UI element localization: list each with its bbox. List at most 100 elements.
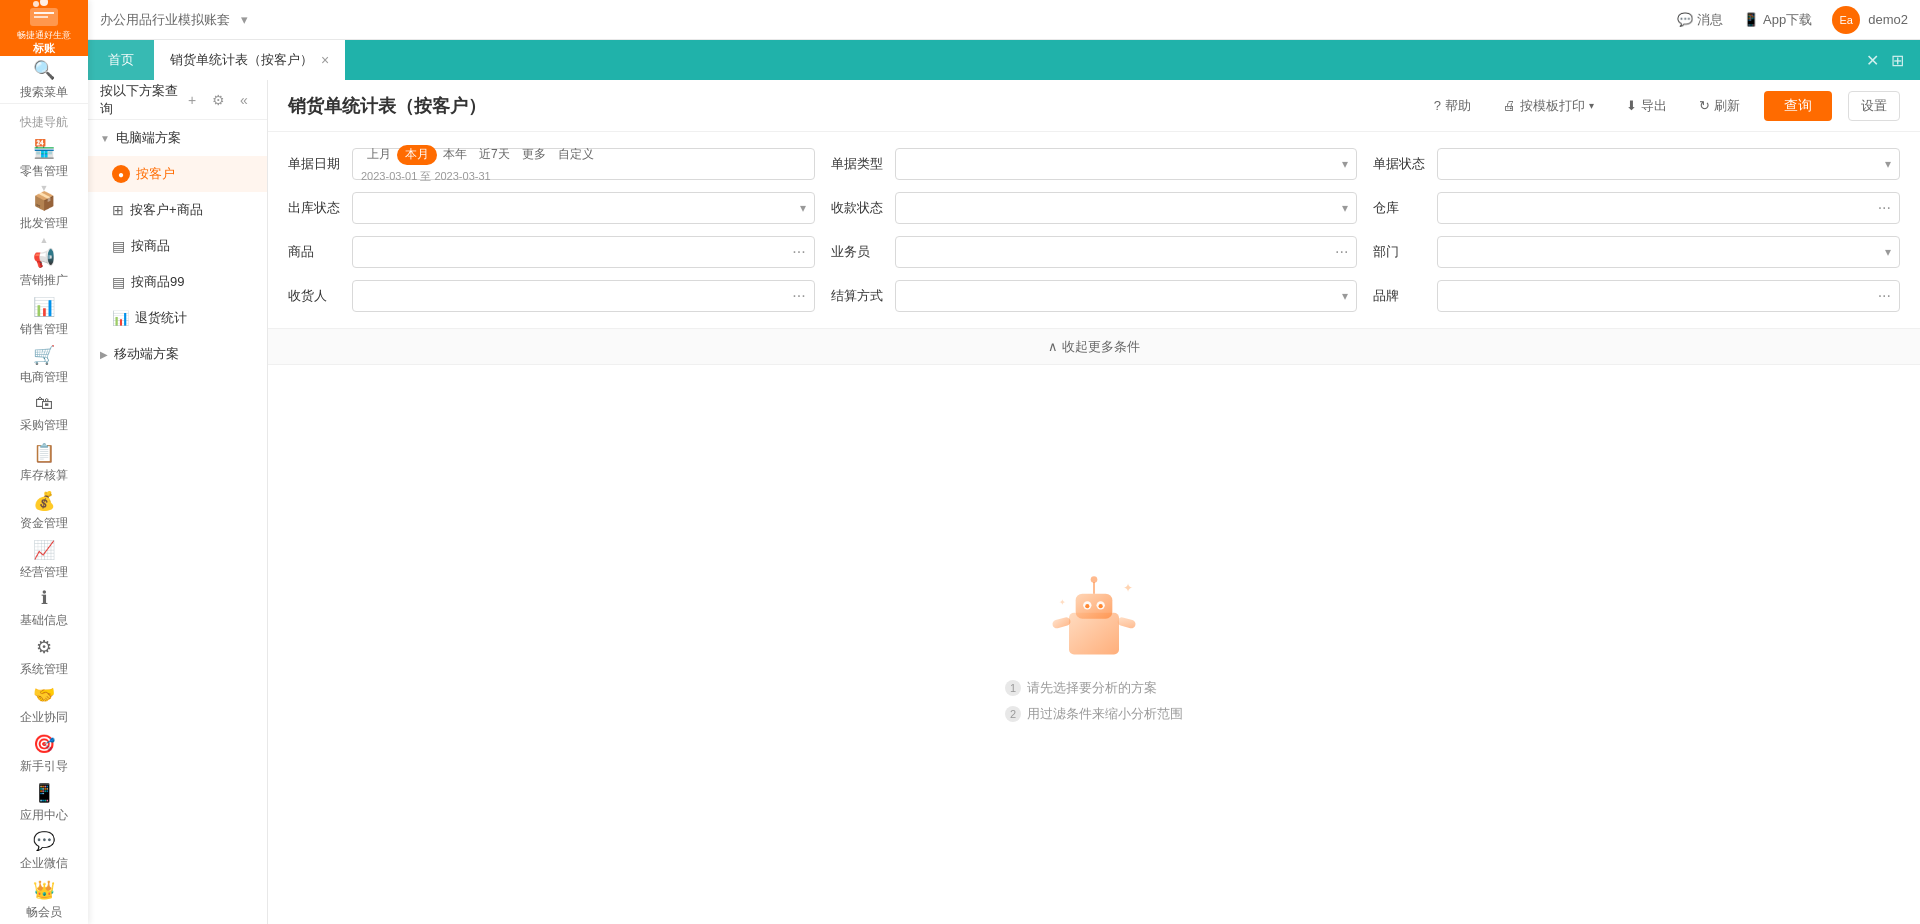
- sidebar-item-quick-nav[interactable]: 快捷导航: [0, 104, 88, 140]
- sidebar-item-ecommerce[interactable]: 🛒 电商管理: [0, 341, 88, 390]
- tab-active[interactable]: 销货单统计表（按客户） ×: [154, 40, 345, 80]
- settings-button[interactable]: 设置: [1848, 91, 1900, 121]
- filter-item-settlement: 结算方式 ▾: [831, 280, 1358, 312]
- tree-icon-table: ▤: [112, 238, 125, 254]
- help-button[interactable]: ? 帮助: [1426, 93, 1479, 119]
- guide-label: 新手引导: [20, 758, 68, 775]
- sidebar-item-finance[interactable]: 💰 资金管理: [0, 487, 88, 536]
- filter-item-out-status: 出库状态 ▾: [288, 192, 815, 224]
- date-tab-7days[interactable]: 近7天: [473, 145, 516, 165]
- left-panel: 按以下方案查询 + ⚙ « ▼ 电脑端: [88, 80, 268, 924]
- brand-ellipsis: ···: [1878, 287, 1891, 305]
- date-input[interactable]: 上月 本月 本年 近7天 更多 自定义 2023-03-01 至 2023-03…: [352, 148, 815, 180]
- topbar-dropdown-icon[interactable]: ▾: [236, 12, 252, 28]
- tree-toggle-desktop: ▼: [100, 133, 110, 144]
- empty-tip-2: 2 用过滤条件来缩小分析范围: [1005, 705, 1183, 723]
- tree-item-by-goods99-label: 按商品99: [131, 273, 184, 291]
- out-status-input[interactable]: ▾: [352, 192, 815, 224]
- add-icon: +: [188, 92, 196, 108]
- warehouse-input[interactable]: ···: [1437, 192, 1900, 224]
- window-controls: ✕ ⊞: [1850, 40, 1920, 80]
- date-tab-last-month[interactable]: 上月: [361, 145, 397, 165]
- tab-home[interactable]: 首页: [88, 40, 154, 80]
- page-header-actions: ? 帮助 🖨 按模板打印 ▾ ⬇ 导出: [1426, 91, 1900, 121]
- tree-desktop-section[interactable]: ▼ 电脑端方案: [88, 120, 267, 156]
- svg-point-4: [40, 0, 48, 6]
- app-download-button[interactable]: 📱 App下载: [1743, 11, 1812, 29]
- svg-point-10: [1099, 604, 1103, 608]
- sidebar-item-marketing[interactable]: 📢 营销推广: [0, 244, 88, 293]
- tree-item-by-goods[interactable]: ▤ 按商品: [88, 228, 267, 264]
- order-type-dropdown-icon: ▾: [1342, 157, 1348, 171]
- user-name: demo2: [1868, 12, 1908, 27]
- order-status-input[interactable]: ▾: [1437, 148, 1900, 180]
- topbar: 办公用品行业模拟账套 ▾ 💬 消息 📱 App下载 Ea demo2: [88, 0, 1920, 40]
- window-close-button[interactable]: ✕: [1866, 51, 1879, 70]
- sidebar-item-vip[interactable]: 👑 畅会员: [0, 875, 88, 924]
- settlement-input[interactable]: ▾: [895, 280, 1358, 312]
- sidebar-item-purchase[interactable]: 🛍 采购管理: [0, 390, 88, 439]
- sidebar-item-enterprise-wechat[interactable]: 💬 企业微信: [0, 827, 88, 876]
- sidebar-logo: 畅捷通好生意 标账: [0, 0, 88, 56]
- marketing-icon: 📢: [33, 247, 55, 269]
- sidebar-item-sales[interactable]: 📊 销售管理: [0, 293, 88, 342]
- order-type-input[interactable]: ▾: [895, 148, 1358, 180]
- warehouse-label: 仓库: [1373, 199, 1429, 217]
- consignee-input[interactable]: ···: [352, 280, 815, 312]
- collapse-label: 收起更多条件: [1062, 338, 1140, 356]
- export-button[interactable]: ⬇ 导出: [1618, 93, 1675, 119]
- goods-input[interactable]: ···: [352, 236, 815, 268]
- svg-rect-13: [1052, 616, 1072, 629]
- query-button[interactable]: 查询: [1764, 91, 1832, 121]
- tree-item-by-customer-goods[interactable]: ⊞ 按客户+商品: [88, 192, 267, 228]
- order-status-label: 单据状态: [1373, 155, 1429, 173]
- retail-icon: 🏪: [33, 138, 55, 160]
- date-tab-custom[interactable]: 自定义: [552, 145, 600, 165]
- collapse-bar[interactable]: ∧ 收起更多条件: [268, 329, 1920, 365]
- department-input[interactable]: ▾: [1437, 236, 1900, 268]
- add-scheme-button[interactable]: +: [181, 89, 203, 111]
- content-area: 按以下方案查询 + ⚙ « ▼ 电脑端: [88, 80, 1920, 924]
- export-icon: ⬇: [1626, 98, 1637, 113]
- sidebar-item-basic-info[interactable]: ℹ 基础信息: [0, 584, 88, 633]
- tab-close-button[interactable]: ×: [321, 53, 329, 67]
- sidebar-item-operations[interactable]: 📈 经营管理: [0, 535, 88, 584]
- tree-item-by-customer[interactable]: ● 按客户: [88, 156, 267, 192]
- salesperson-input[interactable]: ···: [895, 236, 1358, 268]
- purchase-icon: 🛍: [35, 393, 53, 414]
- sidebar-item-retail[interactable]: 🏪 零售管理 ▼: [0, 140, 88, 192]
- tree-icon-grid: ⊞: [112, 202, 124, 218]
- quick-nav-label: 快捷导航: [20, 114, 68, 131]
- receipt-status-input[interactable]: ▾: [895, 192, 1358, 224]
- tree-item-return-stats-label: 退货统计: [135, 309, 187, 327]
- refresh-button[interactable]: ↻ 刷新: [1691, 93, 1748, 119]
- settings-scheme-button[interactable]: ⚙: [207, 89, 229, 111]
- sidebar: 畅捷通好生意 标账 🔍 搜索菜单 快捷导航 🏪 零售管理 ▼ 📦 批发管理 ▲ …: [0, 0, 88, 924]
- filter-area: 单据日期 上月 本月 本年 近7天 更多 自定义 20: [268, 132, 1920, 329]
- collapse-panel-button[interactable]: «: [233, 89, 255, 111]
- tree-item-return-stats[interactable]: 📊 退货统计: [88, 300, 267, 336]
- window-maximize-button[interactable]: ⊞: [1891, 51, 1904, 70]
- tree-mobile-section[interactable]: ▶ 移动端方案: [88, 336, 267, 372]
- sidebar-item-app-center[interactable]: 📱 应用中心: [0, 778, 88, 827]
- date-tab-this-year[interactable]: 本年: [437, 145, 473, 165]
- sidebar-item-system[interactable]: ⚙ 系统管理: [0, 633, 88, 682]
- date-tab-more[interactable]: 更多: [516, 145, 552, 165]
- collapse-icon: «: [240, 92, 248, 108]
- tree-icon-bar: 📊: [112, 310, 129, 326]
- sidebar-item-search[interactable]: 🔍 搜索菜单: [0, 56, 88, 105]
- sidebar-search-label: 搜索菜单: [20, 84, 68, 101]
- brand-input[interactable]: ···: [1437, 280, 1900, 312]
- sidebar-item-collaboration[interactable]: 🤝 企业协同: [0, 681, 88, 730]
- print-button[interactable]: 🖨 按模板打印 ▾: [1495, 93, 1602, 119]
- sidebar-item-guide[interactable]: 🎯 新手引导: [0, 730, 88, 779]
- app-download-label: App下载: [1763, 11, 1812, 29]
- sidebar-item-wholesale[interactable]: 📦 批发管理 ▲: [0, 192, 88, 244]
- sidebar-item-inventory[interactable]: 📋 库存核算: [0, 438, 88, 487]
- date-tab-this-month[interactable]: 本月: [397, 145, 437, 165]
- tree-item-by-goods-label: 按商品: [131, 237, 170, 255]
- tree-item-by-goods99[interactable]: ▤ 按商品99: [88, 264, 267, 300]
- message-button[interactable]: 💬 消息: [1677, 11, 1723, 29]
- user-menu[interactable]: Ea demo2: [1832, 6, 1908, 34]
- sales-icon: 📊: [33, 296, 55, 318]
